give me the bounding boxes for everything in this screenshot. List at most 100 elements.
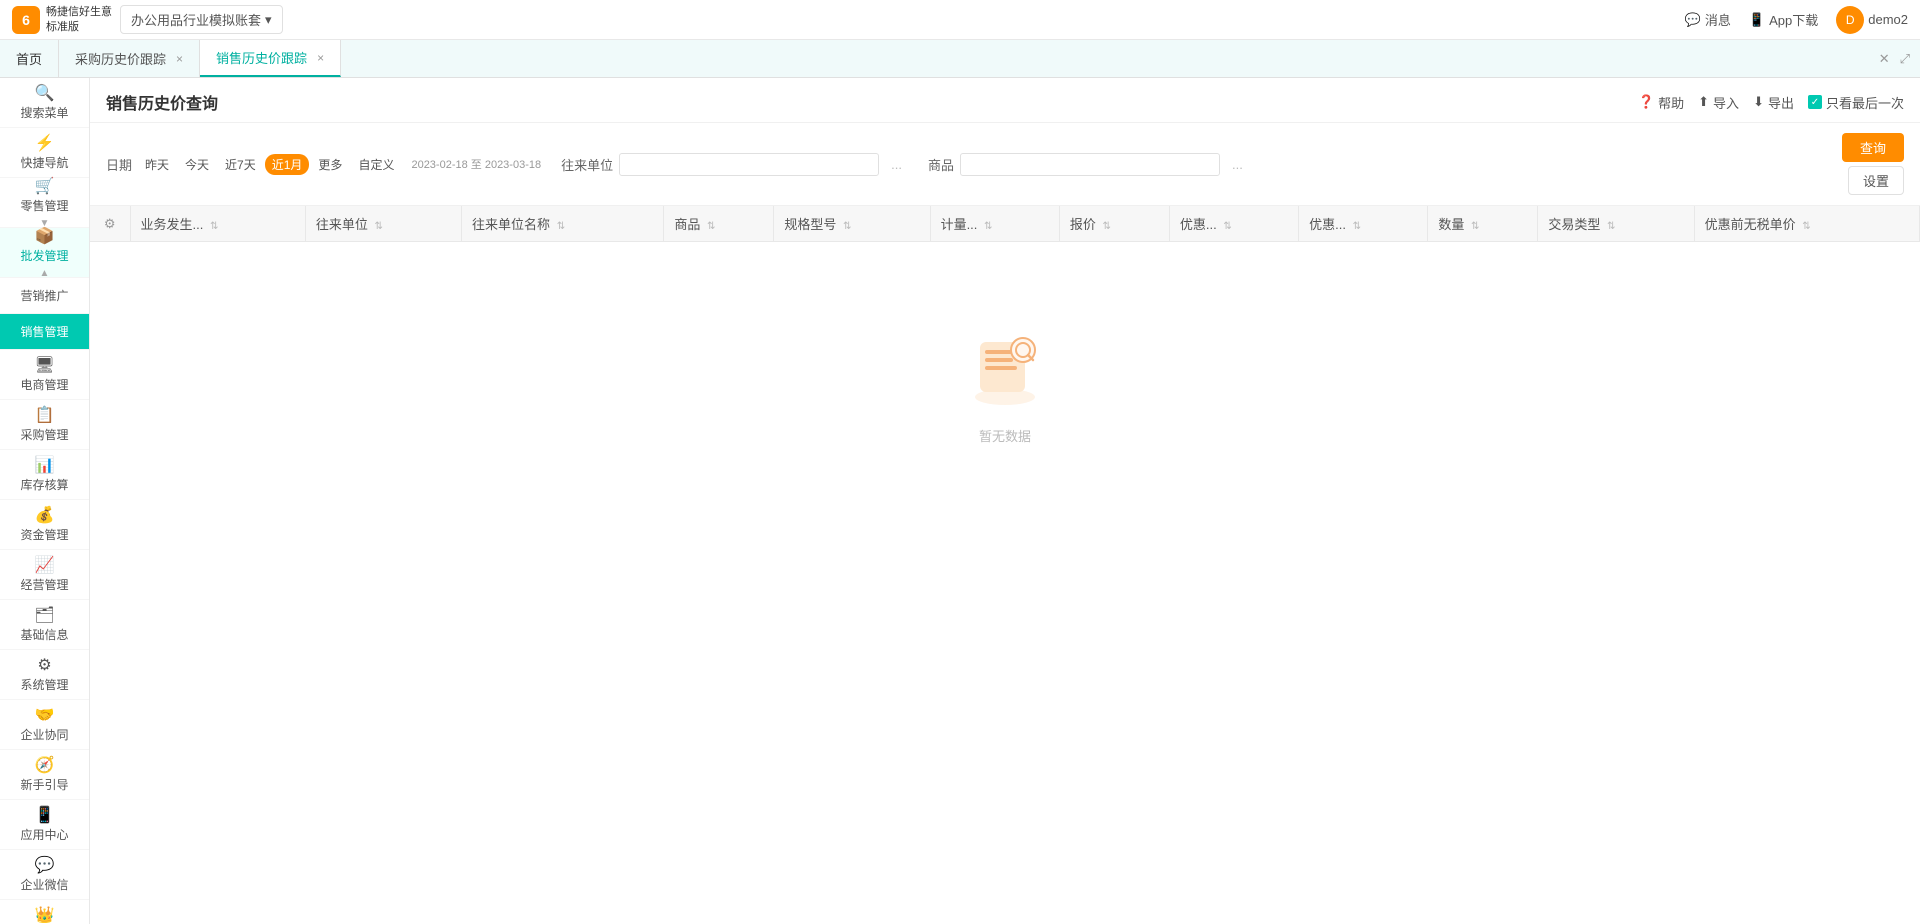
sidebar-item-operations[interactable]: 📈 经营管理 <box>0 550 89 600</box>
filter-action-group: 查询 设置 <box>1842 133 1904 195</box>
tab-bar: 首页 采购历史价跟踪 × 销售历史价跟踪 × ✕ ⤢ <box>0 40 1920 78</box>
tab-sales-history[interactable]: 销售历史价跟踪 × <box>200 40 341 77</box>
sort-icon-biz-date: ⇅ <box>210 221 218 232</box>
purchase-icon: 📋 <box>35 405 55 425</box>
column-discount1[interactable]: 优惠... ⇅ <box>1169 206 1298 242</box>
retail-icon: 🛒 <box>35 176 55 196</box>
sidebar-item-wholesale[interactable]: 📦 批发管理 ▲ <box>0 228 89 278</box>
date-btn-last1m[interactable]: 近1月 <box>265 154 310 175</box>
date-btn-custom[interactable]: 自定义 <box>351 154 401 175</box>
sort-icon-qty: ⇅ <box>1471 221 1479 232</box>
column-quote[interactable]: 报价 ⇅ <box>1059 206 1169 242</box>
empty-text: 暂无数据 <box>979 426 1031 445</box>
tab-close-purchase[interactable]: × <box>176 52 183 66</box>
chevron-down-icon: ▾ <box>265 12 272 28</box>
export-icon: ⬇ <box>1753 94 1764 110</box>
close-tab-control[interactable]: ✕ <box>1879 51 1890 67</box>
sidebar-item-system[interactable]: ⚙ 系统管理 <box>0 650 89 700</box>
sidebar-item-basic[interactable]: 🗂 基础信息 <box>0 600 89 650</box>
sidebar-item-purchase[interactable]: 📋 采购管理 <box>0 400 89 450</box>
date-btn-more[interactable]: 更多 <box>311 154 349 175</box>
goods-input[interactable] <box>960 153 1220 176</box>
avatar: D <box>1836 6 1864 34</box>
sidebar-item-enterprise[interactable]: 🤝 企业协同 <box>0 700 89 750</box>
column-spec[interactable]: 规格型号 ⇅ <box>774 206 930 242</box>
page-actions: ❓ 帮助 ⬆ 导入 ⬇ 导出 ✓ 只看最后一次 <box>1638 93 1904 112</box>
tab-home[interactable]: 首页 <box>0 40 59 77</box>
only-last-wrapper[interactable]: ✓ 只看最后一次 <box>1808 93 1904 112</box>
tab-purchase-history[interactable]: 采购历史价跟踪 × <box>59 40 200 77</box>
column-pretax[interactable]: 优惠前无税单价 ⇅ <box>1694 206 1919 242</box>
app-center-icon: 📱 <box>35 805 55 825</box>
contact-input[interactable] <box>619 153 879 176</box>
logo-icon: 6 <box>12 6 40 34</box>
only-last-checkbox[interactable]: ✓ <box>1808 95 1822 109</box>
date-btn-last7[interactable]: 近7天 <box>218 154 263 175</box>
app-download-action[interactable]: 📱 App下载 <box>1749 10 1818 29</box>
sidebar-item-finance[interactable]: 💰 资金管理 <box>0 500 89 550</box>
column-biz-date[interactable]: 业务发生... ⇅ <box>130 206 305 242</box>
operations-icon: 📈 <box>35 555 55 575</box>
table-header-row: ⚙ 业务发生... ⇅ 往来单位 ⇅ 往来单位名称 ⇅ <box>90 206 1920 242</box>
sidebar-item-guide[interactable]: 🧭 新手引导 <box>0 750 89 800</box>
basic-icon: 🗂 <box>34 605 54 625</box>
help-action[interactable]: ❓ 帮助 <box>1638 93 1684 112</box>
sidebar-item-ecommerce[interactable]: 🖥 电商管理 <box>0 350 89 400</box>
system-icon: ⚙ <box>37 655 51 675</box>
sidebar-item-wechat[interactable]: 💬 企业微信 <box>0 850 89 900</box>
sort-icon-unit: ⇅ <box>984 221 992 232</box>
empty-state: 暂无数据 <box>90 242 1920 525</box>
query-button[interactable]: 查询 <box>1842 133 1904 162</box>
export-action[interactable]: ⬇ 导出 <box>1753 93 1794 112</box>
sidebar-sub-marketing[interactable]: 营销推广 <box>0 278 89 314</box>
date-range-display: 2023-02-18 至 2023-03-18 <box>411 156 541 172</box>
goods-dots[interactable]: ... <box>1226 155 1249 174</box>
column-gear[interactable]: ⚙ <box>90 206 130 242</box>
sidebar-item-app-center[interactable]: 📱 应用中心 <box>0 800 89 850</box>
column-discount2[interactable]: 优惠... ⇅ <box>1299 206 1428 242</box>
date-label: 日期 <box>106 155 132 174</box>
expand-tab-control[interactable]: ⤢ <box>1900 51 1910 67</box>
goods-label: 商品 <box>928 155 954 174</box>
tab-close-sales[interactable]: × <box>317 51 324 65</box>
import-action[interactable]: ⬆ 导入 <box>1698 93 1739 112</box>
column-unit[interactable]: 计量... ⇅ <box>930 206 1059 242</box>
top-header: 6 畅捷信好生意 标准版 办公用品行业模拟账套 ▾ 💬 消息 📱 App下载 D… <box>0 0 1920 40</box>
column-contact-code[interactable]: 往来单位 ⇅ <box>305 206 461 242</box>
sort-icon-discount2: ⇅ <box>1353 221 1361 232</box>
date-options: 昨天 今天 近7天 近1月 更多 自定义 <box>138 154 401 175</box>
ecommerce-icon: 🖥 <box>34 355 54 375</box>
app-selector[interactable]: 办公用品行业模拟账套 ▾ <box>120 5 283 34</box>
sort-icon-discount1: ⇅ <box>1223 221 1231 232</box>
user-profile-action[interactable]: D demo2 <box>1836 6 1908 34</box>
help-icon: ❓ <box>1638 94 1654 110</box>
column-contact-name[interactable]: 往来单位名称 ⇅ <box>462 206 664 242</box>
column-qty[interactable]: 数量 ⇅ <box>1428 206 1538 242</box>
logo-area: 6 畅捷信好生意 标准版 <box>12 5 112 34</box>
finance-icon: 💰 <box>35 505 55 525</box>
setting-button[interactable]: 设置 <box>1848 166 1904 195</box>
sidebar-item-member[interactable]: 👑 畅会员 <box>0 900 89 924</box>
column-trade-type[interactable]: 交易类型 ⇅ <box>1538 206 1694 242</box>
sidebar-item-inventory[interactable]: 📊 库存核算 <box>0 450 89 500</box>
sidebar-item-search[interactable]: 🔍 搜索菜单 <box>0 78 89 128</box>
download-icon: 📱 <box>1749 12 1765 28</box>
enterprise-icon: 🤝 <box>35 705 55 725</box>
date-btn-today[interactable]: 今天 <box>178 154 216 175</box>
sidebar-sub-sales[interactable]: 销售管理 <box>0 314 89 350</box>
import-icon: ⬆ <box>1698 94 1709 110</box>
sort-icon-contact-code: ⇅ <box>375 221 383 232</box>
sidebar-item-retail[interactable]: 🛒 零售管理 ▼ <box>0 178 89 228</box>
sort-icon-pretax: ⇅ <box>1802 221 1810 232</box>
date-filter-group: 日期 昨天 今天 近7天 近1月 更多 自定义 2023-02-18 至 202… <box>106 154 541 175</box>
inventory-icon: 📊 <box>35 455 55 475</box>
sort-icon-trade-type: ⇅ <box>1607 221 1615 232</box>
column-goods[interactable]: 商品 ⇅ <box>664 206 774 242</box>
contact-filter-group: 往来单位 ... <box>561 153 908 176</box>
filter-bar: 日期 昨天 今天 近7天 近1月 更多 自定义 2023-02-18 至 202… <box>90 123 1920 206</box>
sort-icon-contact-name: ⇅ <box>557 221 565 232</box>
date-btn-yesterday[interactable]: 昨天 <box>138 154 176 175</box>
message-action[interactable]: 💬 消息 <box>1685 10 1731 29</box>
sidebar-item-shortcut[interactable]: ⚡ 快捷导航 <box>0 128 89 178</box>
contact-dots[interactable]: ... <box>885 155 908 174</box>
